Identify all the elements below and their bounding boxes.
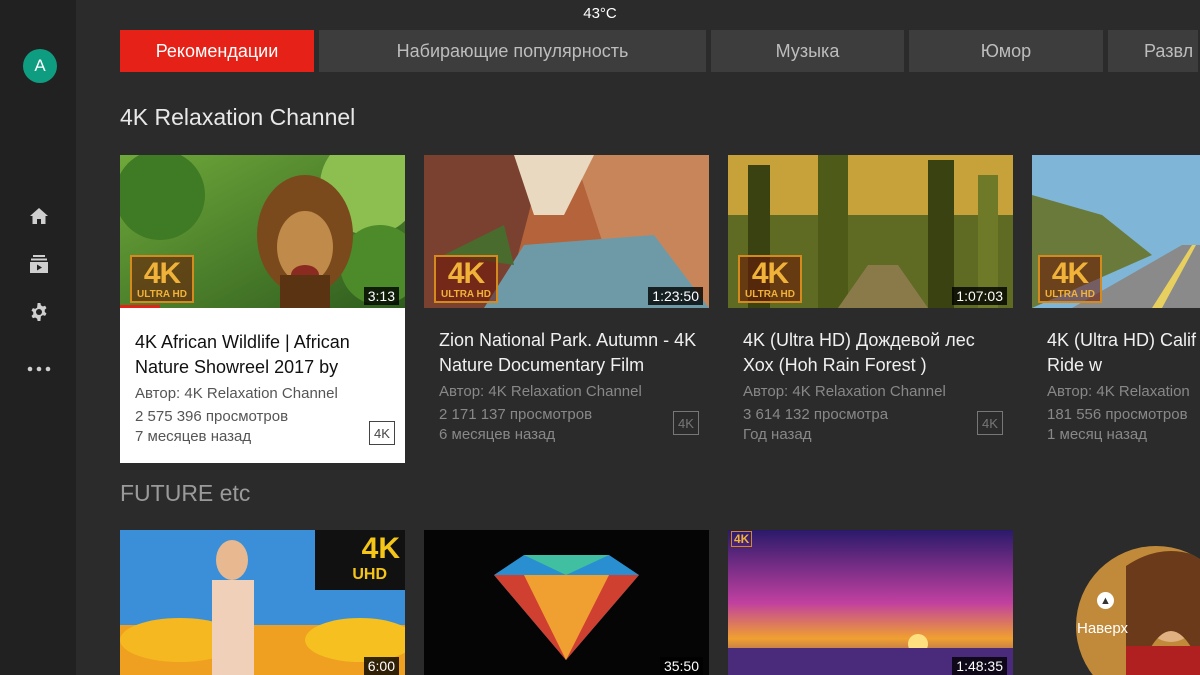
video-card[interactable]: 4K ULTRA HD 3:13 4K African Wildlife | Af… xyxy=(120,155,405,463)
video-card[interactable]: 4K ULTRA HD 1:23:50 Zion National Park. A… xyxy=(424,155,709,463)
video-title: Zion National Park. Autumn - 4K Nature D… xyxy=(439,330,697,375)
gear-icon[interactable] xyxy=(24,297,54,327)
video-thumbnail: 4K ULTRA HD 3:13 xyxy=(120,155,405,308)
video-views: 3 614 132 просмотра xyxy=(743,406,889,423)
more-icon[interactable] xyxy=(24,354,54,384)
video-thumbnail: 4K UHD 6:00 xyxy=(120,530,405,675)
video-views: 2 171 137 просмотров xyxy=(439,406,593,423)
video-age: 6 месяцев назад xyxy=(439,426,556,443)
video-duration: 35:50 xyxy=(659,657,703,675)
tab-music[interactable]: Музыка xyxy=(711,30,904,72)
video-duration: 1:07:03 xyxy=(952,287,1007,305)
avatar[interactable]: A xyxy=(23,49,57,83)
video-thumbnail: 35:50 xyxy=(424,530,709,675)
video-duration: 1:23:50 xyxy=(648,287,703,305)
quality-badge: 4K xyxy=(369,421,395,445)
video-card[interactable]: 4K ULTRA HD 1:07:03 4K (Ultra HD) Дождево… xyxy=(728,155,1013,463)
video-thumbnail: 4K ULTRA HD xyxy=(1032,155,1200,308)
video-views: 181 556 просмотров xyxy=(1047,406,1188,423)
video-age: 7 месяцев назад xyxy=(135,428,252,445)
video-card[interactable]: 4KULTRA HD 4K (Ultra HD) Calif Scenic Bi… xyxy=(1032,155,1200,463)
4k-ultra-hd-badge: 4K ULTRA HD xyxy=(1038,255,1102,303)
4k-ultra-hd-badge: 4K ULTRA HD xyxy=(738,255,802,303)
scroll-top-label: Наверх xyxy=(1077,620,1128,637)
video-title: 4K African Wildlife | African Nature Sho… xyxy=(135,332,350,377)
video-card[interactable]: 4K UHD 6:00 xyxy=(120,530,405,675)
arrow-up-icon: ▲ xyxy=(1097,592,1114,609)
video-duration: 6:00 xyxy=(363,657,399,675)
video-duration: 1:48:35 xyxy=(952,657,1007,675)
section-title: FUTURE etc xyxy=(120,480,251,506)
category-tabs: Рекомендации Набирающие популярность Муз… xyxy=(120,30,1198,72)
tab-trending[interactable]: Набирающие популярность xyxy=(319,30,706,72)
video-age: Год назад xyxy=(743,426,812,443)
quality-badge: 4K xyxy=(977,411,1003,435)
video-author: Автор: 4K Relaxation xyxy=(1047,383,1190,400)
video-card[interactable]: 35:50 xyxy=(424,530,709,675)
video-duration: 3:13 xyxy=(363,287,399,305)
tab-humor[interactable]: Юмор xyxy=(909,30,1103,72)
video-views: 2 575 396 просмотров xyxy=(135,408,289,425)
video-card[interactable]: 4K 1:48:35 xyxy=(728,530,1013,675)
video-title: 4K (Ultra HD) Calif Scenic Bike Ride w xyxy=(1047,330,1200,375)
quality-badge: 4K xyxy=(673,411,699,435)
sidebar: A xyxy=(0,0,76,675)
video-thumbnail: 4K ULTRA HD 1:23:50 xyxy=(424,155,709,308)
tab-entertainment[interactable]: Развл xyxy=(1108,30,1198,72)
subscriptions-icon[interactable] xyxy=(24,249,54,279)
video-age: 1 месяц назад xyxy=(1047,426,1147,443)
home-icon[interactable] xyxy=(24,201,54,231)
video-author: Автор: 4K Relaxation Channel xyxy=(439,383,642,400)
4k-ultra-hd-badge: 4K ULTRA HD xyxy=(434,255,498,303)
scroll-top-button[interactable] xyxy=(1076,546,1200,675)
4k-badge: 4K xyxy=(731,531,753,547)
temperature-readout: 43°C xyxy=(583,5,617,22)
video-author: Автор: 4K Relaxation Channel xyxy=(135,385,338,402)
video-title: 4K (Ultra HD) Дождевой лес Хох (Hoh Rain… xyxy=(743,330,975,375)
video-thumbnail: 4K ULTRA HD 1:07:03 xyxy=(728,155,1013,308)
section-title: 4K Relaxation Channel xyxy=(120,104,356,130)
video-thumbnail: 4K 1:48:35 xyxy=(728,530,1013,675)
tab-recommendations[interactable]: Рекомендации xyxy=(120,30,314,72)
video-author: Автор: 4K Relaxation Channel xyxy=(743,383,946,400)
4k-uhd-badge: 4K xyxy=(361,532,400,565)
4k-ultra-hd-badge: 4K ULTRA HD xyxy=(130,255,194,303)
uhd-label: UHD xyxy=(352,566,387,583)
